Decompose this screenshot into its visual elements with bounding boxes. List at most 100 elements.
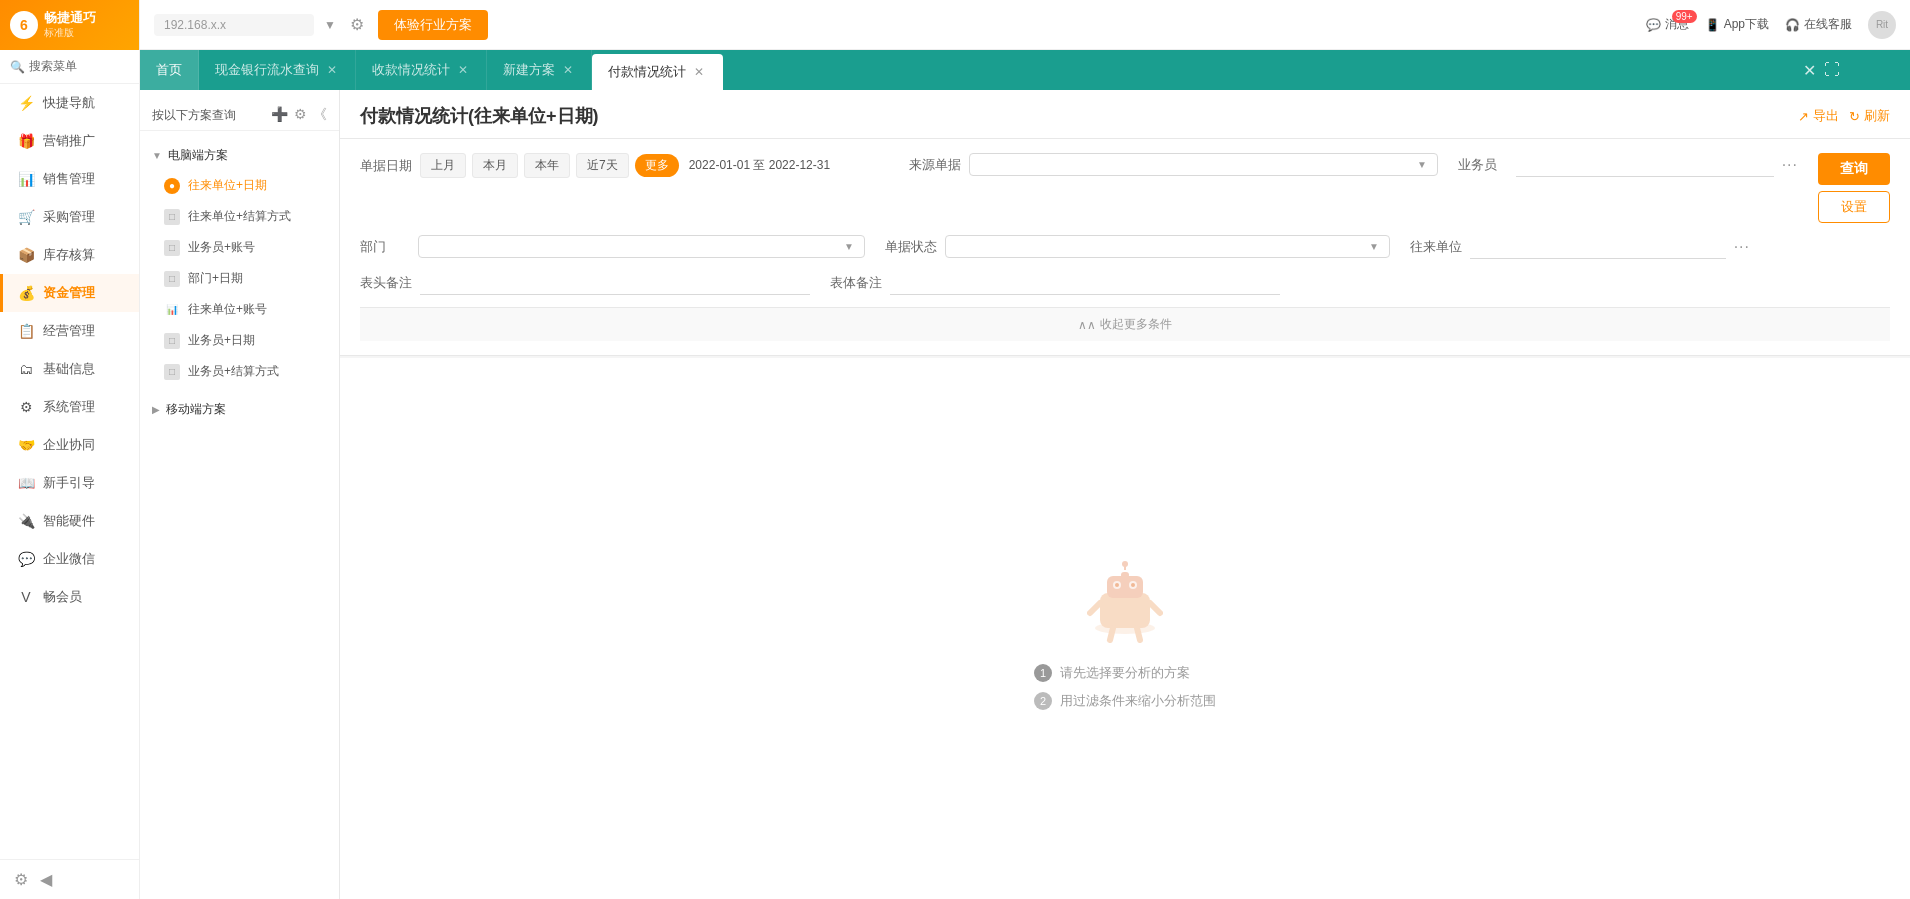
address-dropdown-icon[interactable]: ▼ <box>324 18 336 32</box>
empty-tips: 1 请先选择要分析的方案 2 用过滤条件来缩小分析范围 <box>1034 664 1216 710</box>
sidebar-item-hardware[interactable]: 🔌 智能硬件 <box>0 502 139 540</box>
nav-icon-guide: 📖 <box>17 474 35 492</box>
tab-close-new-scheme[interactable]: ✕ <box>561 61 575 79</box>
avatar[interactable]: Rit <box>1868 11 1896 39</box>
table-header-note-input[interactable] <box>420 271 810 295</box>
trial-btn[interactable]: 体验行业方案 <box>378 10 488 40</box>
scheme-item-label-staff-date: 业务员+日期 <box>188 332 255 349</box>
sidebar-item-system[interactable]: ⚙ 系统管理 <box>0 388 139 426</box>
sidebar-item-collab[interactable]: 🤝 企业协同 <box>0 426 139 464</box>
messages-btn[interactable]: 💬 消息 99+ <box>1646 16 1689 33</box>
table-header-note-group: 表头备注 <box>360 271 810 295</box>
filter-row-2: 部门 ▼ 单据状态 ▼ 往来单位 <box>360 235 1890 259</box>
partner-dots[interactable]: ··· <box>1734 238 1750 256</box>
sidebar-item-guide[interactable]: 📖 新手引导 <box>0 464 139 502</box>
sidebar-item-wechat[interactable]: 💬 企业微信 <box>0 540 139 578</box>
tab-home[interactable]: 首页 <box>140 50 199 90</box>
nav-label-marketing: 营销推广 <box>43 132 95 150</box>
empty-tip-2: 2 用过滤条件来缩小分析范围 <box>1034 692 1216 710</box>
add-scheme-btn[interactable]: ➕ <box>271 106 288 124</box>
date-btn-last-month[interactable]: 上月 <box>420 153 466 178</box>
voucher-status-select[interactable]: ▼ <box>945 235 1390 258</box>
sidebar-item-member[interactable]: V 畅会员 <box>0 578 139 616</box>
nav-label-wechat: 企业微信 <box>43 550 95 568</box>
scheme-section-header-desktop[interactable]: ▼ 电脑端方案 <box>140 141 339 170</box>
date-btn-this-month[interactable]: 本月 <box>472 153 518 178</box>
filter-row-1: 单据日期 上月 本月 本年 近7天 更多 2022-01-01 至 2022-1… <box>360 153 1890 223</box>
voucher-status-label: 单据状态 <box>885 238 937 256</box>
tab-label-new-scheme: 新建方案 <box>503 61 555 79</box>
panel-label: 按以下方案查询 <box>152 107 236 124</box>
dept-label: 部门 <box>360 238 410 256</box>
staff-label: 业务员 <box>1458 156 1508 174</box>
date-btn-7days[interactable]: 近7天 <box>576 153 629 178</box>
date-btn-more[interactable]: 更多 <box>635 154 679 177</box>
refresh-label: 刷新 <box>1864 107 1890 125</box>
tip-text-1: 请先选择要分析的方案 <box>1060 664 1190 682</box>
sidebar-item-basic[interactable]: 🗂 基础信息 <box>0 350 139 388</box>
sidebar-item-finance[interactable]: 💰 资金管理 <box>0 274 139 312</box>
tab-receipts[interactable]: 收款情况统计✕ <box>356 50 487 90</box>
scheme-item-staff-account[interactable]: □ 业务员+账号 <box>140 232 339 263</box>
sidebar-item-sales[interactable]: 📊 销售管理 <box>0 160 139 198</box>
scheme-settings-btn[interactable]: ⚙ <box>294 106 307 124</box>
scheme-item-dept-date[interactable]: □ 部门+日期 <box>140 263 339 294</box>
tab-payments[interactable]: 付款情况统计✕ <box>592 54 723 90</box>
sidebar-item-marketing[interactable]: 🎁 营销推广 <box>0 122 139 160</box>
table-body-note-input[interactable] <box>890 271 1280 295</box>
close-all-tabs-btn[interactable]: ✕ <box>1803 61 1816 80</box>
svg-rect-7 <box>1121 572 1129 578</box>
collapse-panel-btn[interactable]: 《 <box>313 106 327 124</box>
topbar-right: 💬 消息 99+ 📱 App下载 🎧 在线客服 Rit <box>1646 11 1896 39</box>
nav-icon-inventory: 📦 <box>17 246 35 264</box>
sidebar-item-purchase[interactable]: 🛒 采购管理 <box>0 198 139 236</box>
settings-footer-icon[interactable]: ⚙ <box>14 870 28 889</box>
nav-label-member: 畅会员 <box>43 588 82 606</box>
sidebar-item-inventory[interactable]: 📦 库存核算 <box>0 236 139 274</box>
nav-label-finance: 资金管理 <box>43 284 95 302</box>
message-badge: 99+ <box>1672 10 1697 23</box>
staff-dots[interactable]: ··· <box>1782 156 1798 174</box>
search-menu[interactable]: 🔍 搜索菜单 <box>0 50 139 84</box>
collapse-bar[interactable]: ∧∧ 收起更多条件 <box>360 307 1890 341</box>
export-btn[interactable]: ↗ 导出 <box>1798 107 1839 125</box>
empty-icon <box>1075 548 1175 648</box>
tip-num-2: 2 <box>1034 692 1052 710</box>
online-service-btn[interactable]: 🎧 在线客服 <box>1785 16 1852 33</box>
query-btn[interactable]: 查询 <box>1818 153 1890 185</box>
partner-label: 往来单位 <box>1410 238 1462 256</box>
section-label-desktop: 电脑端方案 <box>168 147 228 164</box>
source-select[interactable]: ▼ <box>969 153 1438 176</box>
maximize-btn[interactable]: ⛶ <box>1824 61 1840 79</box>
app-download-btn[interactable]: 📱 App下载 <box>1705 16 1769 33</box>
scheme-item-staff-settle[interactable]: □ 业务员+结算方式 <box>140 356 339 387</box>
tab-bank[interactable]: 现金银行流水查询✕ <box>199 50 356 90</box>
staff-filter-group: 业务员 ··· <box>1458 153 1798 177</box>
scheme-item-unit-date[interactable]: ● 往来单位+日期 <box>140 170 339 201</box>
tab-close-payments[interactable]: ✕ <box>692 63 706 81</box>
topbar-gear-icon[interactable]: ⚙ <box>350 15 364 34</box>
dept-select[interactable]: ▼ <box>418 235 865 258</box>
scheme-item-icon-unit-settle: □ <box>164 209 180 225</box>
tab-close-bank[interactable]: ✕ <box>325 61 339 79</box>
page-title: 付款情况统计(往来单位+日期) <box>360 104 599 128</box>
scheme-section-header-mobile[interactable]: ▶ 移动端方案 <box>140 395 339 424</box>
scheme-item-unit-account[interactable]: 📊 往来单位+账号 <box>140 294 339 325</box>
sidebar-item-quick-nav[interactable]: ⚡ 快捷导航 <box>0 84 139 122</box>
staff-input[interactable] <box>1516 153 1774 177</box>
sidebar-item-operations[interactable]: 📋 经营管理 <box>0 312 139 350</box>
nav-icon-purchase: 🛒 <box>17 208 35 226</box>
filter-settings-btn[interactable]: 设置 <box>1818 191 1890 223</box>
refresh-btn[interactable]: ↻ 刷新 <box>1849 107 1890 125</box>
scheme-item-unit-settle[interactable]: □ 往来单位+结算方式 <box>140 201 339 232</box>
scheme-item-staff-date[interactable]: □ 业务员+日期 <box>140 325 339 356</box>
nav-label-guide: 新手引导 <box>43 474 95 492</box>
tabbar-actions: ✕ ⛶ <box>1803 50 1850 90</box>
tab-new-scheme[interactable]: 新建方案 ✕ <box>487 50 592 90</box>
collapse-sidebar-icon[interactable]: ◀ <box>40 870 52 889</box>
tab-close-receipts[interactable]: ✕ <box>456 61 470 79</box>
date-btn-this-year[interactable]: 本年 <box>524 153 570 178</box>
partner-input[interactable] <box>1470 235 1726 259</box>
nav-icon-wechat: 💬 <box>17 550 35 568</box>
svg-rect-2 <box>1107 576 1143 598</box>
